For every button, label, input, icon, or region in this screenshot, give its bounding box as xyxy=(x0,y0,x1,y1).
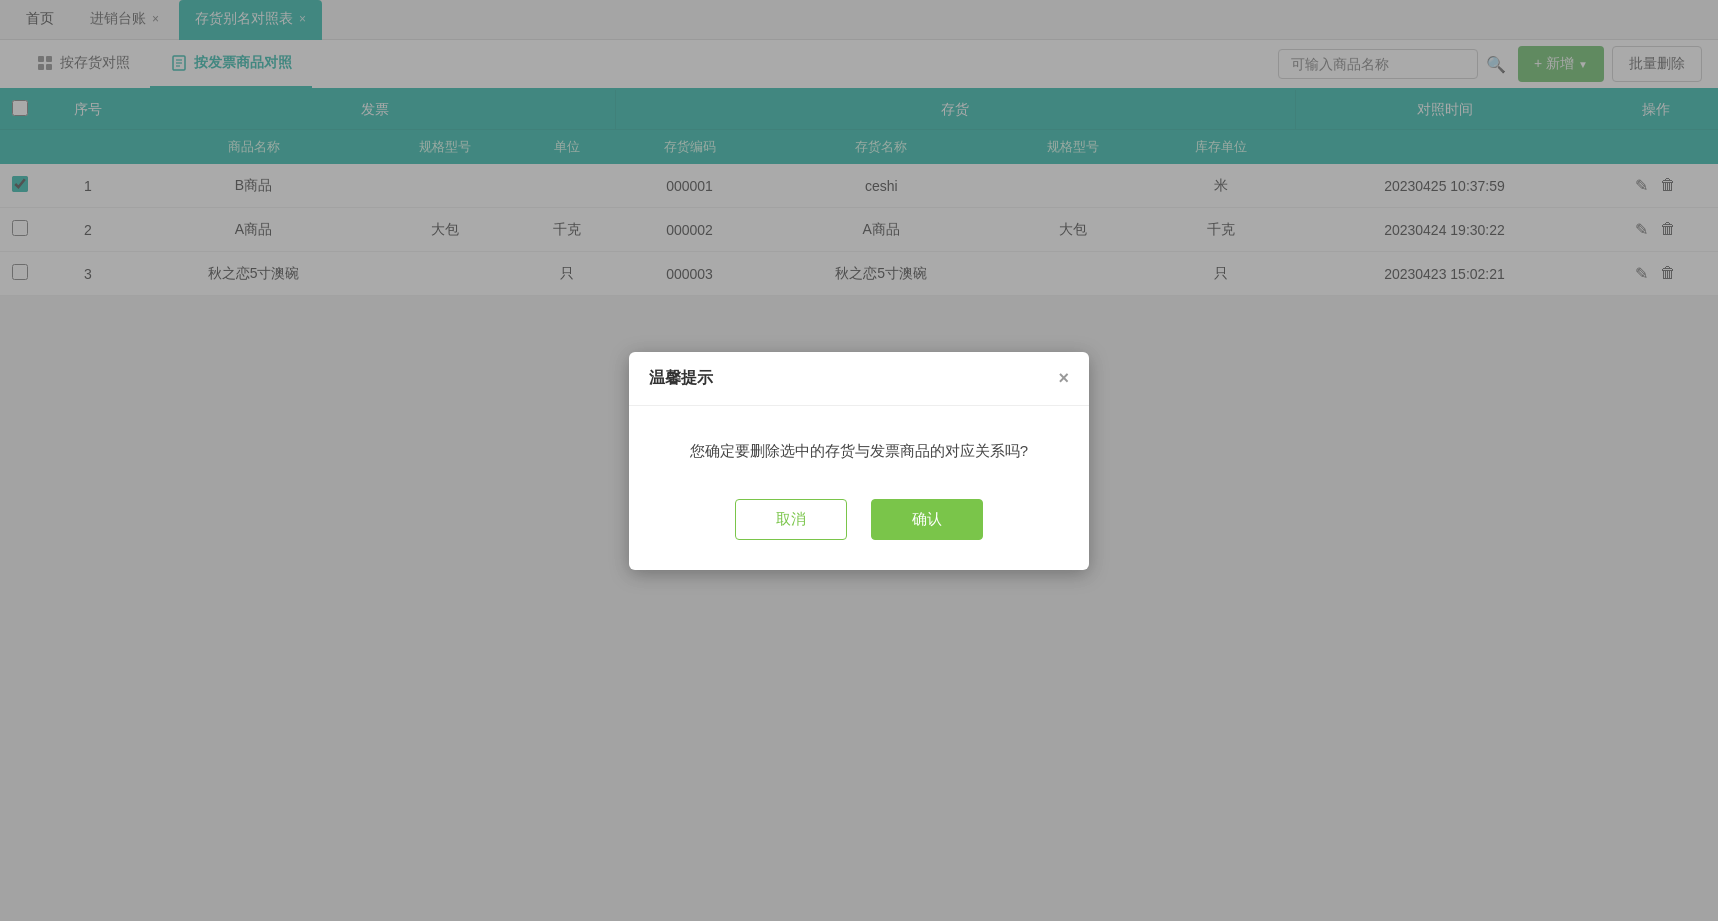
modal-overlay: 温馨提示 × 您确定要删除选中的存货与发票商品的对应关系吗? 取消 确认 xyxy=(0,0,1718,296)
